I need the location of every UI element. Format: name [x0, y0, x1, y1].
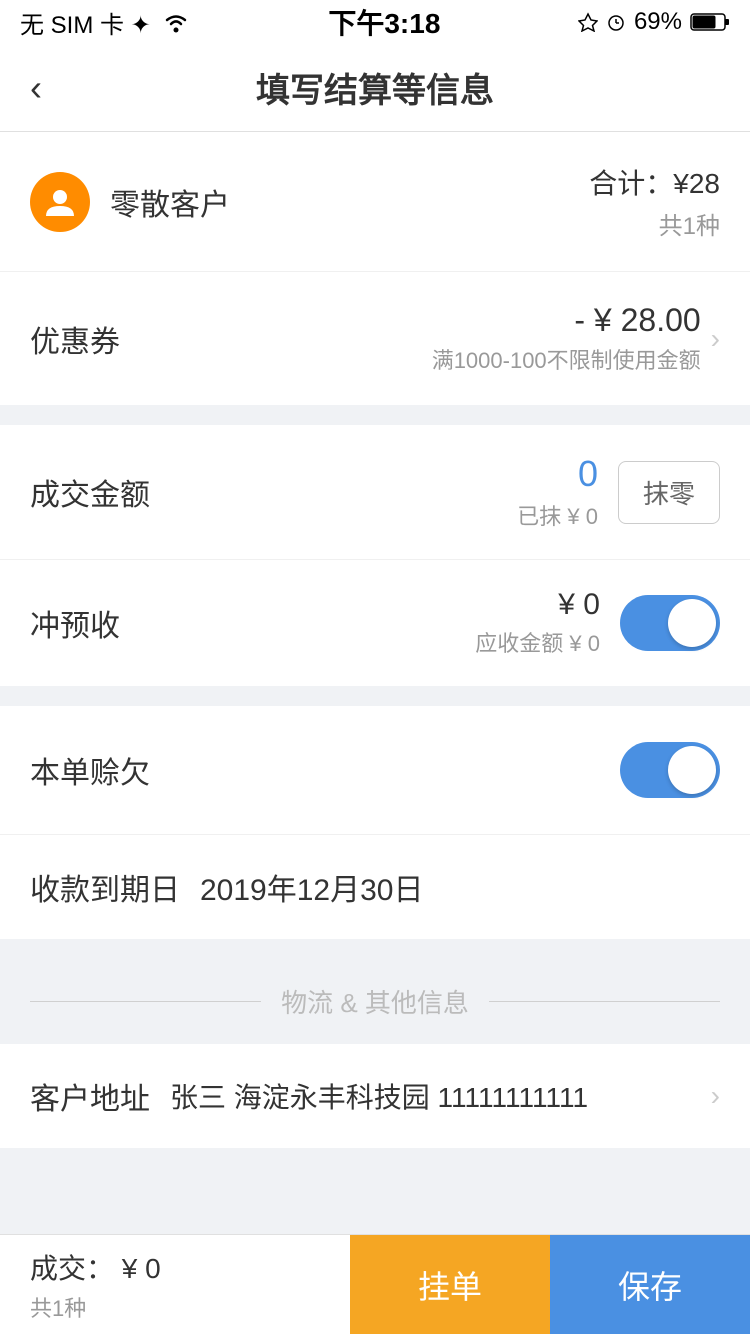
coupon-value-block: - ¥ 28.00 满1000-100不限制使用金额: [432, 302, 701, 375]
due-date-label: 收款到期日: [30, 865, 180, 909]
sim-status: 无 SIM 卡 ✦: [20, 5, 151, 40]
coupon-label: 优惠券: [30, 317, 120, 361]
person-icon: [42, 184, 78, 220]
debt-label: 本单赊欠: [30, 748, 150, 792]
transaction-value-block: 0 已抹 ¥ 0: [517, 453, 598, 531]
divider-line-right: [489, 1001, 720, 1002]
status-bar: 无 SIM 卡 ✦ 下午3:18 69%: [0, 0, 750, 44]
pre-collection-row: 冲预收 ¥ 0 应收金额 ¥ 0: [0, 559, 750, 686]
status-left: 无 SIM 卡 ✦: [20, 5, 191, 40]
amount-section: 成交金额 0 已抹 ¥ 0 抹零 冲预收 ¥ 0 应收金额 ¥ 0: [0, 425, 750, 686]
customer-total: 合计：¥28: [589, 162, 720, 202]
battery-percent: 69%: [634, 8, 682, 36]
location-icon: [578, 12, 598, 32]
customer-right: 合计：¥28 共1种: [589, 162, 720, 241]
footer-count: 共1种: [30, 1291, 320, 1323]
battery-icon: [690, 11, 730, 33]
footer-deal-amount: ¥ 0: [122, 1253, 161, 1284]
footer-deal-line: 成交： ¥ 0: [30, 1247, 320, 1287]
logistics-label: 物流 & 其他信息: [281, 983, 469, 1020]
customer-name: 零散客户: [110, 180, 230, 224]
pre-collection-label: 冲预收: [30, 601, 120, 645]
due-date-row: 收款到期日 2019年12月30日: [0, 834, 750, 939]
customer-count: 共1种: [589, 206, 720, 241]
coupon-discount: - ¥ 28.00: [432, 302, 701, 339]
save-button[interactable]: 保存: [550, 1235, 750, 1334]
transaction-row: 成交金额 0 已抹 ¥ 0 抹零: [0, 425, 750, 559]
coupon-desc: 满1000-100不限制使用金额: [432, 343, 701, 375]
debt-toggle[interactable]: [620, 742, 720, 798]
footer-info: 成交： ¥ 0 共1种: [0, 1247, 350, 1323]
coupon-row[interactable]: 优惠券 - ¥ 28.00 满1000-100不限制使用金额 ›: [0, 271, 750, 405]
wifi-icon: [161, 11, 191, 33]
pre-sub: 应收金额 ¥ 0: [475, 626, 600, 658]
debt-section: 本单赊欠 收款到期日 2019年12月30日: [0, 706, 750, 939]
customer-row: 零散客户 合计：¥28 共1种: [0, 132, 750, 271]
address-chevron-icon: ›: [711, 1080, 720, 1112]
transaction-label: 成交金额: [30, 470, 150, 514]
debt-row: 本单赊欠: [0, 706, 750, 834]
customer-avatar: [30, 172, 90, 232]
divider-line-left: [30, 1001, 261, 1002]
logistics-divider: 物流 & 其他信息: [0, 959, 750, 1044]
due-date-value: 2019年12月30日: [200, 865, 423, 909]
coupon-right: - ¥ 28.00 满1000-100不限制使用金额 ›: [432, 302, 720, 375]
customer-section: 零散客户 合计：¥28 共1种 优惠券 - ¥ 28.00 满1000-100不…: [0, 132, 750, 405]
address-value: 张三 海淀永丰科技园 11111111111: [170, 1076, 711, 1116]
status-right: 69%: [578, 8, 730, 36]
coupon-chevron-icon: ›: [711, 323, 720, 355]
transaction-amount: 0: [517, 453, 598, 495]
pre-collection-toggle[interactable]: [620, 595, 720, 651]
transaction-sub: 已抹 ¥ 0: [517, 499, 598, 531]
round-button[interactable]: 抹零: [618, 461, 720, 524]
pre-collection-right: ¥ 0 应收金额 ¥ 0: [475, 588, 720, 658]
footer-deal-label: 成交：: [30, 1253, 114, 1284]
alarm-icon: [606, 12, 626, 32]
footer: 成交： ¥ 0 共1种 挂单 保存: [0, 1234, 750, 1334]
pre-value-block: ¥ 0 应收金额 ¥ 0: [475, 588, 600, 658]
transaction-right: 0 已抹 ¥ 0 抹零: [517, 453, 720, 531]
address-section: 客户地址 张三 海淀永丰科技园 11111111111 ›: [0, 1044, 750, 1148]
back-button[interactable]: ‹: [30, 67, 42, 109]
nav-bar: ‹ 填写结算等信息: [0, 44, 750, 132]
address-row[interactable]: 客户地址 张三 海淀永丰科技园 11111111111 ›: [0, 1044, 750, 1148]
page-title: 填写结算等信息: [256, 63, 494, 112]
address-label: 客户地址: [30, 1074, 150, 1118]
hang-button[interactable]: 挂单: [350, 1235, 550, 1334]
pre-amount: ¥ 0: [475, 588, 600, 622]
customer-left: 零散客户: [30, 172, 230, 232]
status-time: 下午3:18: [328, 2, 440, 42]
